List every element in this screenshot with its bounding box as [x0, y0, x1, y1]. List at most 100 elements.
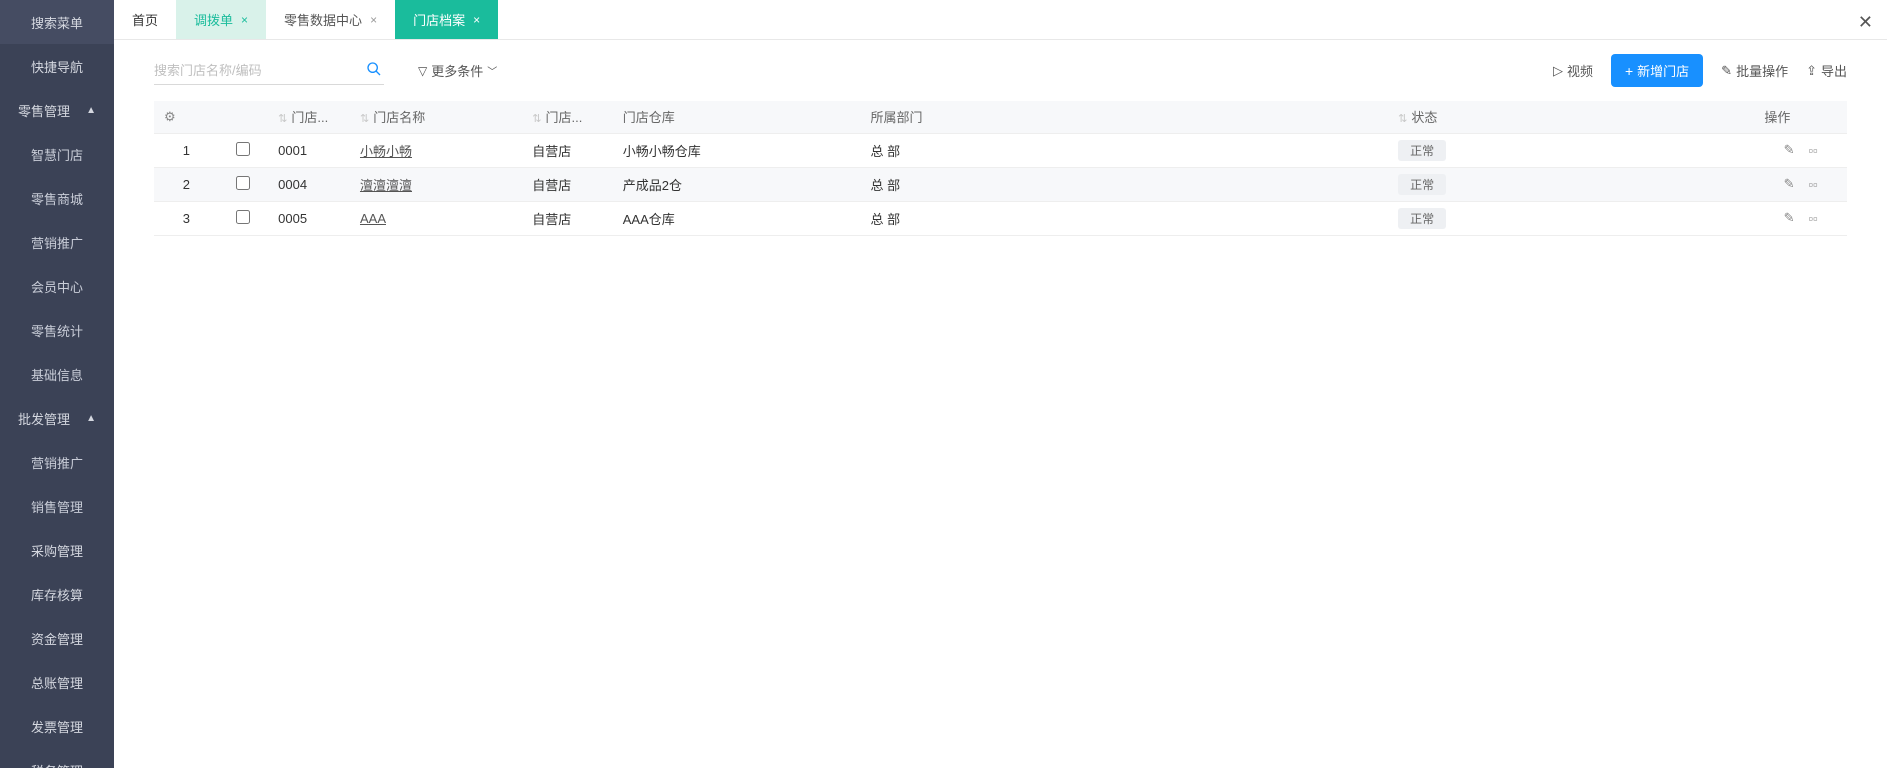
th-store-code[interactable]: ⇅门店...	[268, 101, 350, 133]
sidebar-item-member-center[interactable]: 会员中心	[0, 264, 114, 308]
sidebar: 搜索菜单 快捷导航 零售管理▲ 智慧门店 零售商城 营销推广 会员中心 零售统计…	[0, 0, 114, 768]
row-edit-icon[interactable]: ✎	[1784, 142, 1795, 158]
row-more-icon[interactable]: ▫▫	[1809, 143, 1818, 158]
row-checkbox[interactable]	[236, 176, 250, 190]
row-edit-icon[interactable]: ✎	[1784, 176, 1795, 192]
sidebar-item-finance[interactable]: 资金管理	[0, 616, 114, 660]
table-wrap: ⚙ ⇅门店... ⇅门店名称 ⇅门店... 门店仓库 所属部门 ⇅状态 操作 1	[114, 101, 1887, 236]
sidebar-group-wholesale[interactable]: 批发管理▲	[0, 396, 114, 440]
sidebar-item-label: 资金管理	[31, 629, 83, 648]
table-header-row: ⚙ ⇅门店... ⇅门店名称 ⇅门店... 门店仓库 所属部门 ⇅状态 操作	[154, 101, 1847, 133]
cell-type: 自营店	[522, 133, 612, 167]
cell-index: 1	[154, 133, 219, 167]
cell-warehouse: 产成品2仓	[613, 167, 861, 201]
th-store-type[interactable]: ⇅ 门店...	[522, 101, 612, 133]
sidebar-item-label: 营销推广	[31, 453, 83, 472]
sidebar-item-label: 搜索菜单	[31, 13, 83, 32]
sidebar-item-sales-mgmt[interactable]: 销售管理	[0, 484, 114, 528]
more-filter[interactable]: ▽ 更多条件 ﹀	[418, 61, 497, 80]
caret-up-icon: ▲	[86, 413, 96, 424]
cell-code: 0004	[268, 167, 350, 201]
sidebar-item-label: 库存核算	[31, 585, 83, 604]
th-label: 状态	[1411, 110, 1437, 125]
cell-status: 正常	[1388, 167, 1754, 201]
close-icon[interactable]: ×	[241, 13, 248, 27]
sidebar-item-label: 采购管理	[31, 541, 83, 560]
cell-checkbox	[219, 133, 269, 167]
th-store-name[interactable]: ⇅门店名称	[350, 101, 522, 133]
sidebar-item-purchase-mgmt[interactable]: 采购管理	[0, 528, 114, 572]
cell-ops: ✎ ▫▫	[1754, 167, 1847, 201]
row-more-icon[interactable]: ▫▫	[1809, 211, 1818, 226]
store-name-link[interactable]: 澶澶澶澶	[360, 178, 412, 193]
cell-name: 澶澶澶澶	[350, 167, 522, 201]
sidebar-item-invoice[interactable]: 发票管理	[0, 704, 114, 748]
add-store-button[interactable]: +新增门店	[1611, 54, 1703, 87]
sort-icon: ⇅	[532, 114, 541, 125]
sidebar-item-retail-mall[interactable]: 零售商城	[0, 176, 114, 220]
tab-retail-data-center[interactable]: 零售数据中心 ×	[266, 0, 395, 39]
sidebar-group-retail[interactable]: 零售管理▲	[0, 88, 114, 132]
th-status[interactable]: ⇅ 状态	[1388, 101, 1754, 133]
video-link[interactable]: ▷视频	[1553, 61, 1593, 80]
edit-icon: ✎	[1721, 63, 1732, 79]
th-label: 所属部门	[870, 110, 922, 125]
batch-ops-link[interactable]: ✎批量操作	[1721, 61, 1788, 80]
tab-home[interactable]: 首页	[114, 0, 176, 39]
th-dept: 所属部门	[860, 101, 1388, 133]
export-link[interactable]: ⇪导出	[1806, 61, 1847, 80]
cell-type: 自营店	[522, 201, 612, 235]
cell-warehouse: AAA仓库	[613, 201, 861, 235]
tab-transfer-order[interactable]: 调拨单×	[176, 0, 266, 39]
sidebar-item-search-menu[interactable]: 搜索菜单	[0, 0, 114, 44]
sidebar-item-label: 营销推广	[31, 233, 83, 252]
row-checkbox[interactable]	[236, 142, 250, 156]
store-table: ⚙ ⇅门店... ⇅门店名称 ⇅门店... 门店仓库 所属部门 ⇅状态 操作 1	[154, 101, 1847, 236]
cell-index: 3	[154, 201, 219, 235]
sidebar-item-basic-info[interactable]: 基础信息	[0, 352, 114, 396]
tab-store-archive[interactable]: 门店档案×	[395, 0, 498, 39]
gear-icon: ⚙	[164, 109, 176, 125]
cell-ops: ✎ ▫▫	[1754, 201, 1847, 235]
sidebar-item-label: 税务管理	[31, 761, 83, 768]
search-icon[interactable]	[366, 61, 382, 81]
th-ops: 操作	[1754, 101, 1847, 133]
close-icon[interactable]: ×	[473, 13, 480, 27]
sidebar-item-ledger[interactable]: 总账管理	[0, 660, 114, 704]
th-gear[interactable]: ⚙	[154, 101, 219, 133]
row-edit-icon[interactable]: ✎	[1784, 210, 1795, 226]
sidebar-item-label: 基础信息	[31, 365, 83, 384]
sort-icon: ⇅	[1398, 114, 1407, 125]
cell-checkbox	[219, 201, 269, 235]
sidebar-item-label: 总账管理	[31, 673, 83, 692]
th-label: 门店...	[546, 110, 583, 125]
search-input[interactable]	[154, 57, 384, 85]
global-close-button[interactable]: ✕	[1850, 8, 1881, 37]
sidebar-item-smart-store[interactable]: 智慧门店	[0, 132, 114, 176]
status-badge: 正常	[1398, 174, 1446, 195]
search-wrap	[154, 57, 384, 85]
cell-index: 2	[154, 167, 219, 201]
store-name-link[interactable]: 小畅小畅	[360, 144, 412, 159]
cell-warehouse: 小畅小畅仓库	[613, 133, 861, 167]
store-name-link[interactable]: AAA	[360, 211, 386, 226]
tab-label: 零售数据中心	[284, 10, 362, 29]
cell-dept: 总 部	[860, 201, 1388, 235]
sidebar-item-retail-stats[interactable]: 零售统计	[0, 308, 114, 352]
cell-code: 0005	[268, 201, 350, 235]
cell-ops: ✎ ▫▫	[1754, 133, 1847, 167]
close-icon[interactable]: ×	[370, 13, 377, 27]
sidebar-item-inventory[interactable]: 库存核算	[0, 572, 114, 616]
more-filter-label: 更多条件	[431, 61, 483, 80]
status-badge: 正常	[1398, 208, 1446, 229]
sidebar-item-marketing-2[interactable]: 营销推广	[0, 440, 114, 484]
sidebar-item-marketing[interactable]: 营销推广	[0, 220, 114, 264]
table-row: 3 0005 AAA 自营店 AAA仓库 总 部 正常 ✎ ▫▫	[154, 201, 1847, 235]
tab-bar: 首页 调拨单× 零售数据中心 × 门店档案×	[114, 0, 1887, 40]
cell-status: 正常	[1388, 201, 1754, 235]
row-checkbox[interactable]	[236, 210, 250, 224]
export-label: 导出	[1821, 61, 1847, 80]
row-more-icon[interactable]: ▫▫	[1809, 177, 1818, 192]
sidebar-item-quick-nav[interactable]: 快捷导航	[0, 44, 114, 88]
sidebar-item-tax[interactable]: 税务管理	[0, 748, 114, 768]
